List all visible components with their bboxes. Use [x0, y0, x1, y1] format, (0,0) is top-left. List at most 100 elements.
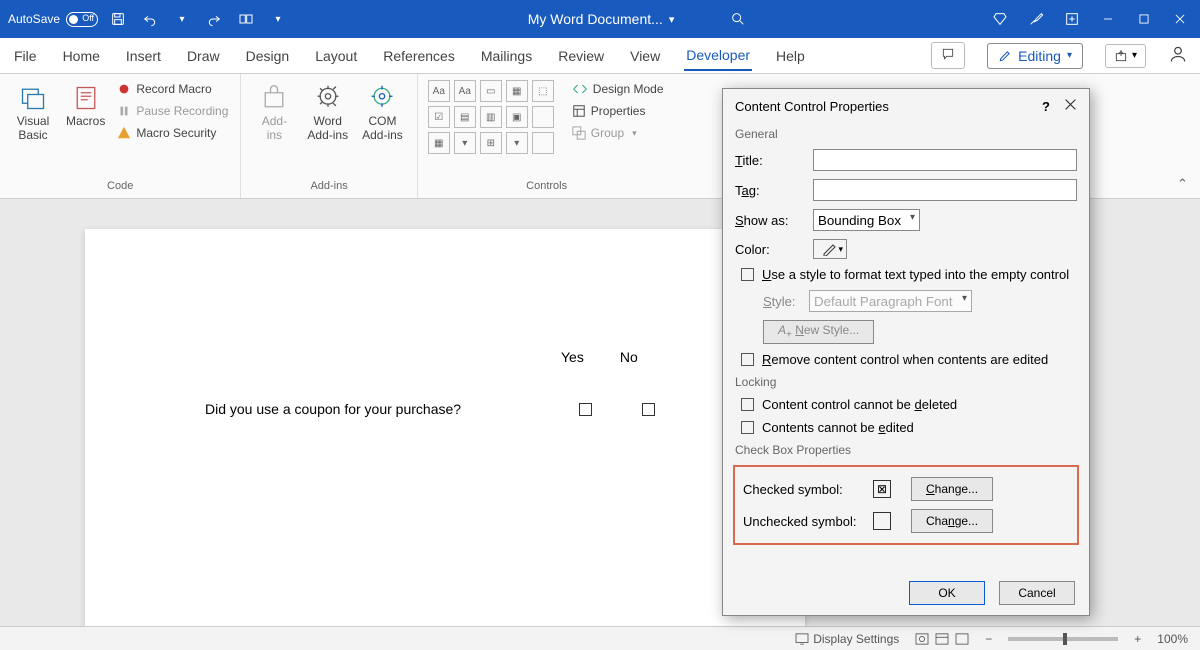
lock-edit-label: Contents cannot be edited	[762, 420, 914, 435]
tab-mailings[interactable]: Mailings	[479, 42, 534, 70]
remove-cc-label: Remove content control when contents are…	[762, 352, 1048, 367]
zoom-in-button[interactable]: +	[1134, 632, 1141, 646]
record-macro-button[interactable]: Record Macro	[115, 80, 230, 98]
save-icon[interactable]	[106, 7, 130, 31]
undo-dropdown-icon[interactable]: ▾	[170, 7, 194, 31]
lock-edit-checkbox[interactable]	[741, 421, 754, 434]
change-checked-button[interactable]: Change...	[911, 477, 993, 501]
page[interactable]: Yes No Did you use a coupon for your pur…	[85, 229, 805, 626]
tab-file[interactable]: File	[12, 42, 39, 70]
minimize-icon[interactable]	[1096, 7, 1120, 31]
close-icon[interactable]	[1168, 7, 1192, 31]
checkbox-no[interactable]	[642, 403, 655, 416]
checked-symbol-preview: ⊠	[873, 480, 891, 498]
properties-button[interactable]: Properties	[570, 102, 666, 120]
code-group-label: Code	[107, 180, 133, 192]
title-input[interactable]	[813, 149, 1077, 171]
pause-recording-label: Pause Recording	[136, 104, 228, 118]
column-no: No	[620, 349, 638, 365]
share-button[interactable]: ▾	[1105, 44, 1146, 68]
tab-design[interactable]: Design	[244, 42, 292, 70]
editing-mode-button[interactable]: Editing ▾	[987, 43, 1083, 69]
tab-home[interactable]: Home	[61, 42, 102, 70]
tab-view[interactable]: View	[628, 42, 662, 70]
lock-delete-label: Content control cannot be deleted	[762, 397, 957, 412]
visual-basic-button[interactable]: Visual Basic	[10, 80, 56, 146]
document-title[interactable]: My Word Document... ▾	[528, 11, 675, 27]
show-as-select[interactable]: Bounding Box	[813, 209, 920, 231]
design-mode-button[interactable]: Design Mode	[570, 80, 666, 98]
properties-label: Properties	[591, 104, 646, 118]
macros-label: Macros	[66, 114, 105, 128]
cancel-button[interactable]: Cancel	[999, 581, 1075, 605]
display-settings-label: Display Settings	[813, 632, 899, 646]
tab-insert[interactable]: Insert	[124, 42, 163, 70]
chevron-down-icon: ▾	[669, 13, 675, 26]
tab-developer[interactable]: Developer	[684, 41, 752, 71]
design-mode-label: Design Mode	[593, 82, 664, 96]
addins-button[interactable]: Add- ins	[251, 80, 297, 146]
show-as-label: Show as:	[735, 213, 803, 228]
word-addins-button[interactable]: Word Add-ins	[303, 80, 352, 146]
tag-input[interactable]	[813, 179, 1077, 201]
autosave-toggle[interactable]: AutoSave Off	[8, 12, 98, 27]
com-addins-button[interactable]: COM Add-ins	[358, 80, 407, 146]
tab-references[interactable]: References	[381, 42, 457, 70]
collapse-ribbon-icon[interactable]: ⌃	[1177, 176, 1188, 192]
survey-question: Did you use a coupon for your purchase?	[205, 401, 565, 417]
tab-review[interactable]: Review	[556, 42, 606, 70]
title-bar: AutoSave Off ▾ ▾ My Word Document... ▾	[0, 0, 1200, 38]
tag-label: Tag:	[735, 183, 803, 198]
tab-layout[interactable]: Layout	[313, 42, 359, 70]
change-unchecked-button[interactable]: Change...	[911, 509, 993, 533]
tab-help[interactable]: Help	[774, 42, 807, 70]
section-general: General	[723, 123, 1089, 145]
help-icon[interactable]: ?	[1042, 99, 1050, 114]
use-style-checkbox[interactable]	[741, 268, 754, 281]
undo-icon[interactable]	[138, 7, 162, 31]
document-title-text: My Word Document...	[528, 11, 663, 27]
lock-delete-checkbox[interactable]	[741, 398, 754, 411]
comments-button[interactable]	[931, 42, 965, 69]
controls-gallery[interactable]: AaAa▭▦⬚ ☑▤▥▣ ▦▾⊞▾	[428, 80, 554, 154]
diamond-icon[interactable]	[988, 7, 1012, 31]
search-icon[interactable]	[726, 7, 750, 31]
brush-icon[interactable]	[1024, 7, 1048, 31]
com-addins-label: COM Add-ins	[362, 114, 403, 142]
content-control-properties-dialog: Content Control Properties ? General Tit…	[722, 88, 1090, 616]
checkbox-properties-highlight: Checked symbol: ⊠ Change... Unchecked sy…	[733, 465, 1079, 545]
pause-recording-button: Pause Recording	[115, 102, 230, 120]
color-picker[interactable]: ▾	[813, 239, 847, 259]
new-style-button: A+ New Style...	[763, 320, 874, 344]
zoom-out-button[interactable]: −	[985, 632, 992, 646]
unchecked-symbol-label: Unchecked symbol:	[743, 514, 863, 529]
maximize-icon[interactable]	[1132, 7, 1156, 31]
ribbon-mode-icon[interactable]	[1060, 7, 1084, 31]
ok-button[interactable]: OK	[909, 581, 985, 605]
tab-draw[interactable]: Draw	[185, 42, 222, 70]
zoom-level[interactable]: 100%	[1157, 632, 1188, 646]
unchecked-symbol-preview	[873, 512, 891, 530]
visual-basic-label: Visual Basic	[17, 114, 49, 142]
macro-security-button[interactable]: Macro Security	[115, 124, 230, 142]
account-icon[interactable]	[1168, 44, 1188, 67]
redo-icon[interactable]	[202, 7, 226, 31]
zoom-slider[interactable]	[1008, 637, 1118, 641]
quick-access-icon[interactable]	[234, 7, 258, 31]
view-buttons[interactable]	[915, 633, 969, 645]
word-addins-label: Word Add-ins	[307, 114, 348, 142]
display-settings-button[interactable]: Display Settings	[795, 632, 899, 646]
controls-group-label: Controls	[526, 180, 567, 192]
close-icon[interactable]	[1064, 98, 1077, 114]
chevron-down-icon: ▾	[1067, 50, 1072, 61]
qat-dropdown-icon[interactable]: ▾	[266, 7, 290, 31]
use-style-label: Use a style to format text typed into th…	[762, 267, 1069, 282]
section-locking: Locking	[723, 371, 1089, 393]
column-yes: Yes	[561, 349, 584, 365]
group-label: Group	[591, 126, 624, 140]
checkbox-yes[interactable]	[579, 403, 592, 416]
group-button: Group▾	[570, 124, 666, 142]
section-checkbox-props: Check Box Properties	[723, 439, 1089, 461]
macros-button[interactable]: Macros	[62, 80, 109, 132]
remove-cc-checkbox[interactable]	[741, 353, 754, 366]
